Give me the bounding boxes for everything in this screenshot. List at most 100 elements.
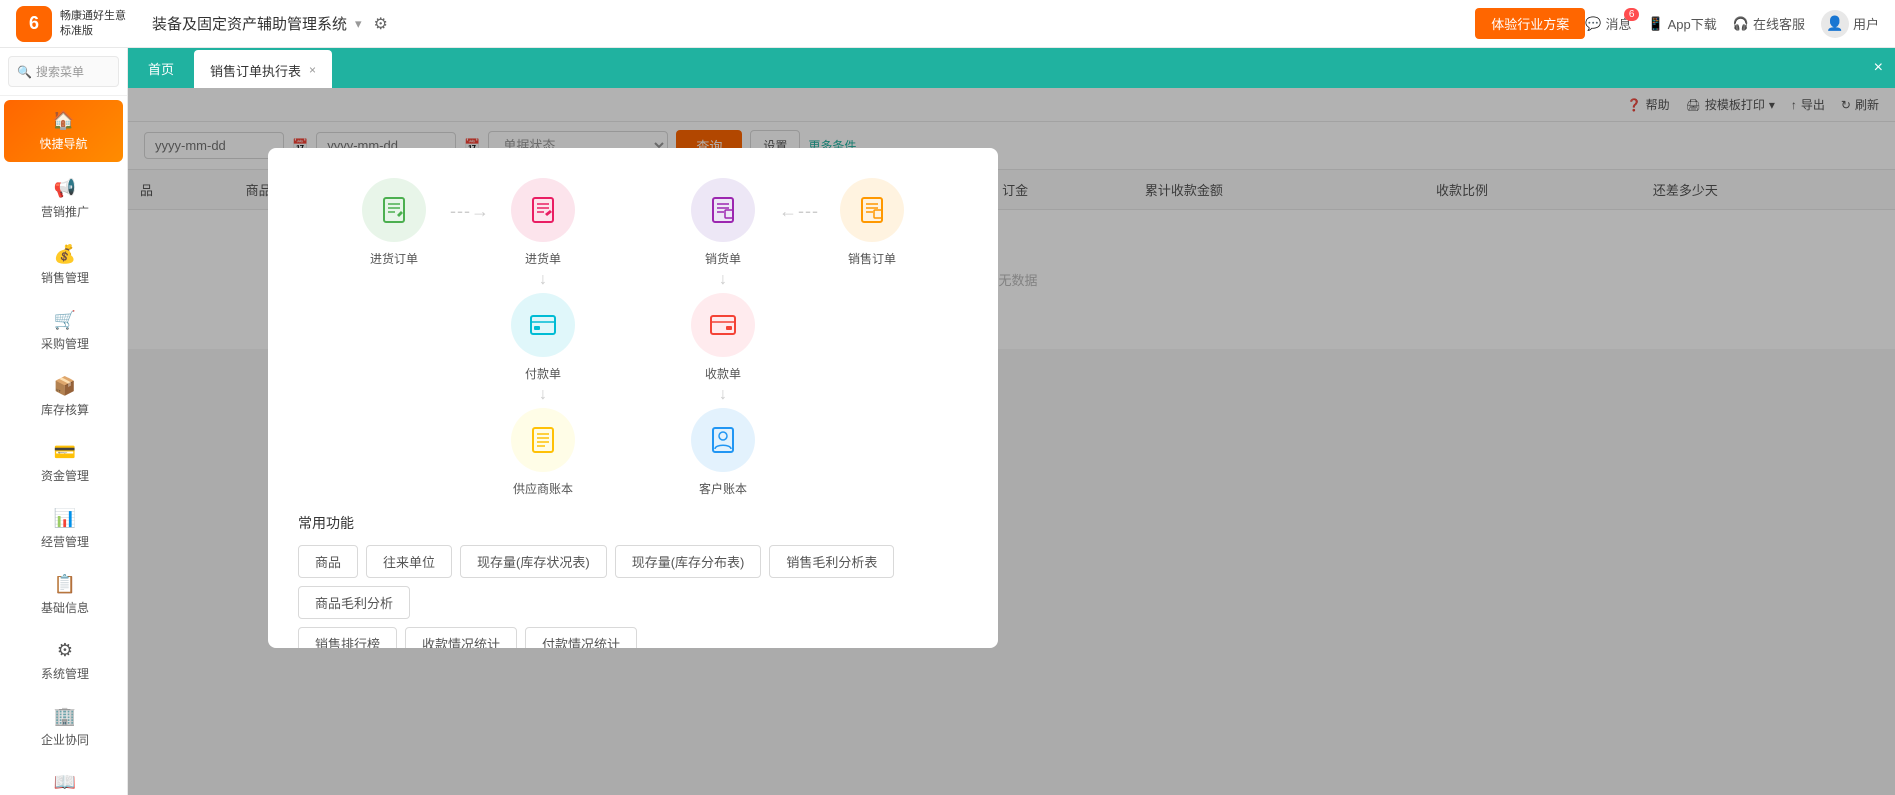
sales-icon: 💰 [54, 244, 76, 265]
system-title: 装备及固定资产辅助管理系统 [152, 13, 347, 34]
arrow-receipt-down: ↓ [673, 386, 773, 404]
func-btn-payment-stats[interactable]: 付款情况统计 [525, 627, 637, 648]
online-service-label: 在线客服 [1753, 14, 1805, 33]
sidebar-item-inventory[interactable]: 📦 库存核算 [0, 364, 127, 430]
sidebar-item-finance[interactable]: 💳 资金管理 [0, 430, 127, 496]
payment-bill-label: 付款单 [525, 365, 561, 382]
logo-text: 畅康通好生意 标准版 [60, 9, 126, 38]
user-label: 用户 [1853, 14, 1879, 33]
avatar: 👤 [1821, 10, 1849, 38]
logo-text-line1: 畅康通好生意 [60, 9, 126, 23]
sales-bill-label: 销货单 [705, 250, 741, 267]
flow-sales-order: 销售订单 [822, 178, 922, 267]
message-button[interactable]: 💬 消息 6 [1585, 14, 1631, 33]
arrow-purchase-to-bill: - - - → [444, 201, 493, 222]
search-menu-label: 搜索菜单 [36, 63, 84, 80]
logo-icon: 6 [16, 6, 52, 42]
purchase-bill-label: 进货单 [525, 250, 561, 267]
func-btn-product[interactable]: 商品 [298, 545, 358, 578]
flow-receipt-bill: 收款单 [673, 293, 773, 382]
sidebar-item-marketing[interactable]: 📢 营销推广 [0, 166, 127, 232]
func-buttons-row2: 销售排行榜 收款情况统计 付款情况统计 [298, 627, 968, 648]
func-btn-sales-rank[interactable]: 销售排行榜 [298, 627, 397, 648]
top-right: 💬 消息 6 📱 App下载 🎧 在线客服 👤 用户 [1585, 10, 1879, 38]
trial-button[interactable]: 体验行业方案 [1475, 8, 1585, 39]
flow-supplier-ledger: 供应商账本 [493, 408, 593, 497]
sidebar-item-enterprise[interactable]: 🏢 企业协同 [0, 694, 127, 760]
tab-home[interactable]: 首页 [128, 48, 194, 88]
arrow-sales-bill-down: ↓ [673, 271, 773, 289]
sidebar-label-quick-nav: 快捷导航 [39, 135, 87, 152]
inventory-icon: 📦 [54, 376, 76, 397]
logo-text-line2: 标准版 [60, 24, 126, 38]
message-badge: 6 [1624, 8, 1640, 21]
system-dropdown-icon[interactable]: ▾ [355, 16, 362, 32]
sidebar-label-finance: 资金管理 [41, 467, 89, 484]
enterprise-icon: 🏢 [54, 706, 76, 727]
flow-purchase-bill: 进货单 [493, 178, 593, 267]
sidebar-search-area: 🔍 搜索菜单 [0, 48, 127, 96]
sidebar-item-newbie[interactable]: 📖 新手引导 [0, 760, 127, 795]
app-download-label: App下载 [1668, 14, 1717, 33]
sidebar-item-system[interactable]: ⚙ 系统管理 [0, 628, 127, 694]
purchase-order-label: 进货订单 [370, 250, 418, 267]
settings-icon[interactable]: ⚙ [374, 14, 388, 34]
search-menu-button[interactable]: 🔍 搜索菜单 [8, 56, 119, 87]
func-btn-product-margin[interactable]: 商品毛利分析 [298, 586, 410, 619]
purchase-order-circle [362, 178, 426, 242]
modal-overlay[interactable]: 进货订单 - - - → 进货单 [128, 88, 1895, 795]
top-bar: 6 畅康通好生意 标准版 装备及固定资产辅助管理系统 ▾ ⚙ 体验行业方案 💬 … [0, 0, 1895, 48]
func-btn-stock-dist[interactable]: 现存量(库存分布表) [615, 545, 762, 578]
sidebar-item-basic-info[interactable]: 📋 基础信息 [0, 562, 127, 628]
purchase-icon: 🛒 [54, 310, 76, 331]
arrow-purchase-bill-down: ↓ [493, 271, 593, 289]
sales-order-circle [840, 178, 904, 242]
sidebar-item-sales[interactable]: 💰 销售管理 [0, 232, 127, 298]
home-icon: 🏠 [52, 110, 74, 131]
tab-sales-order[interactable]: 销售订单执行表 × [194, 50, 332, 90]
headset-icon: 🎧 [1733, 16, 1749, 32]
sidebar-label-system: 系统管理 [41, 665, 89, 682]
func-btn-receipt-stats[interactable]: 收款情况统计 [405, 627, 517, 648]
receipt-bill-circle [691, 293, 755, 357]
basic-info-icon: 📋 [54, 574, 76, 595]
common-functions: 常用功能 商品 往来单位 现存量(库存状况表) 现存量(库存分布表) 销售毛利分… [298, 513, 968, 648]
sidebar-item-purchase[interactable]: 🛒 采购管理 [0, 298, 127, 364]
main-area: 🔍 搜索菜单 🏠 快捷导航 📢 营销推广 💰 销售管理 🛒 采购管理 [0, 48, 1895, 795]
search-icon: 🔍 [17, 65, 32, 79]
sales-bill-circle [691, 178, 755, 242]
sidebar-label-basic-info: 基础信息 [41, 599, 89, 616]
sidebar-label-sales: 销售管理 [41, 269, 89, 286]
operations-icon: 📊 [54, 508, 76, 529]
content-area: 首页 销售订单执行表 × × ❓ 帮助 🖨 [128, 48, 1895, 795]
page-content: ❓ 帮助 🖨 按模板打印 ▾ ↑ 导出 ↻ 刷新 [128, 88, 1895, 795]
sidebar-label-marketing: 营销推广 [41, 203, 89, 220]
flow-sales-bill: 销货单 [673, 178, 773, 267]
modal-box: 进货订单 - - - → 进货单 [268, 148, 998, 648]
sidebar-item-quick-nav[interactable]: 🏠 快捷导航 [4, 100, 123, 162]
finance-icon: 💳 [54, 442, 76, 463]
tab-close-icon[interactable]: × [309, 63, 316, 77]
supplier-ledger-circle [511, 408, 575, 472]
flow-purchase-order: 进货订单 [344, 178, 444, 267]
online-service-button[interactable]: 🎧 在线客服 [1733, 14, 1805, 33]
func-btn-partner[interactable]: 往来单位 [366, 545, 452, 578]
sidebar-label-inventory: 库存核算 [41, 401, 89, 418]
tab-close-right-button[interactable]: × [1862, 59, 1895, 77]
func-btn-sales-analysis[interactable]: 销售毛利分析表 [769, 545, 894, 578]
receipt-bill-label: 收款单 [705, 365, 741, 382]
newbie-icon: 📖 [54, 772, 76, 793]
user-menu[interactable]: 👤 用户 [1821, 10, 1879, 38]
func-buttons-row1: 商品 往来单位 现存量(库存状况表) 现存量(库存分布表) 销售毛利分析表 商品… [298, 545, 968, 619]
func-btn-stock-status[interactable]: 现存量(库存状况表) [460, 545, 607, 578]
flow-payment-bill: 付款单 [493, 293, 593, 382]
sidebar-item-operations[interactable]: 📊 经营管理 [0, 496, 127, 562]
customer-ledger-label: 客户账本 [699, 480, 747, 497]
arrow-payment-down: ↓ [493, 386, 593, 404]
sales-order-label: 销售订单 [848, 250, 896, 267]
customer-ledger-circle [691, 408, 755, 472]
app-download-button[interactable]: 📱 App下载 [1647, 14, 1716, 33]
tab-sales-order-label: 销售订单执行表 [210, 61, 301, 80]
purchase-bill-circle [511, 178, 575, 242]
app-download-icon: 📱 [1647, 16, 1663, 32]
